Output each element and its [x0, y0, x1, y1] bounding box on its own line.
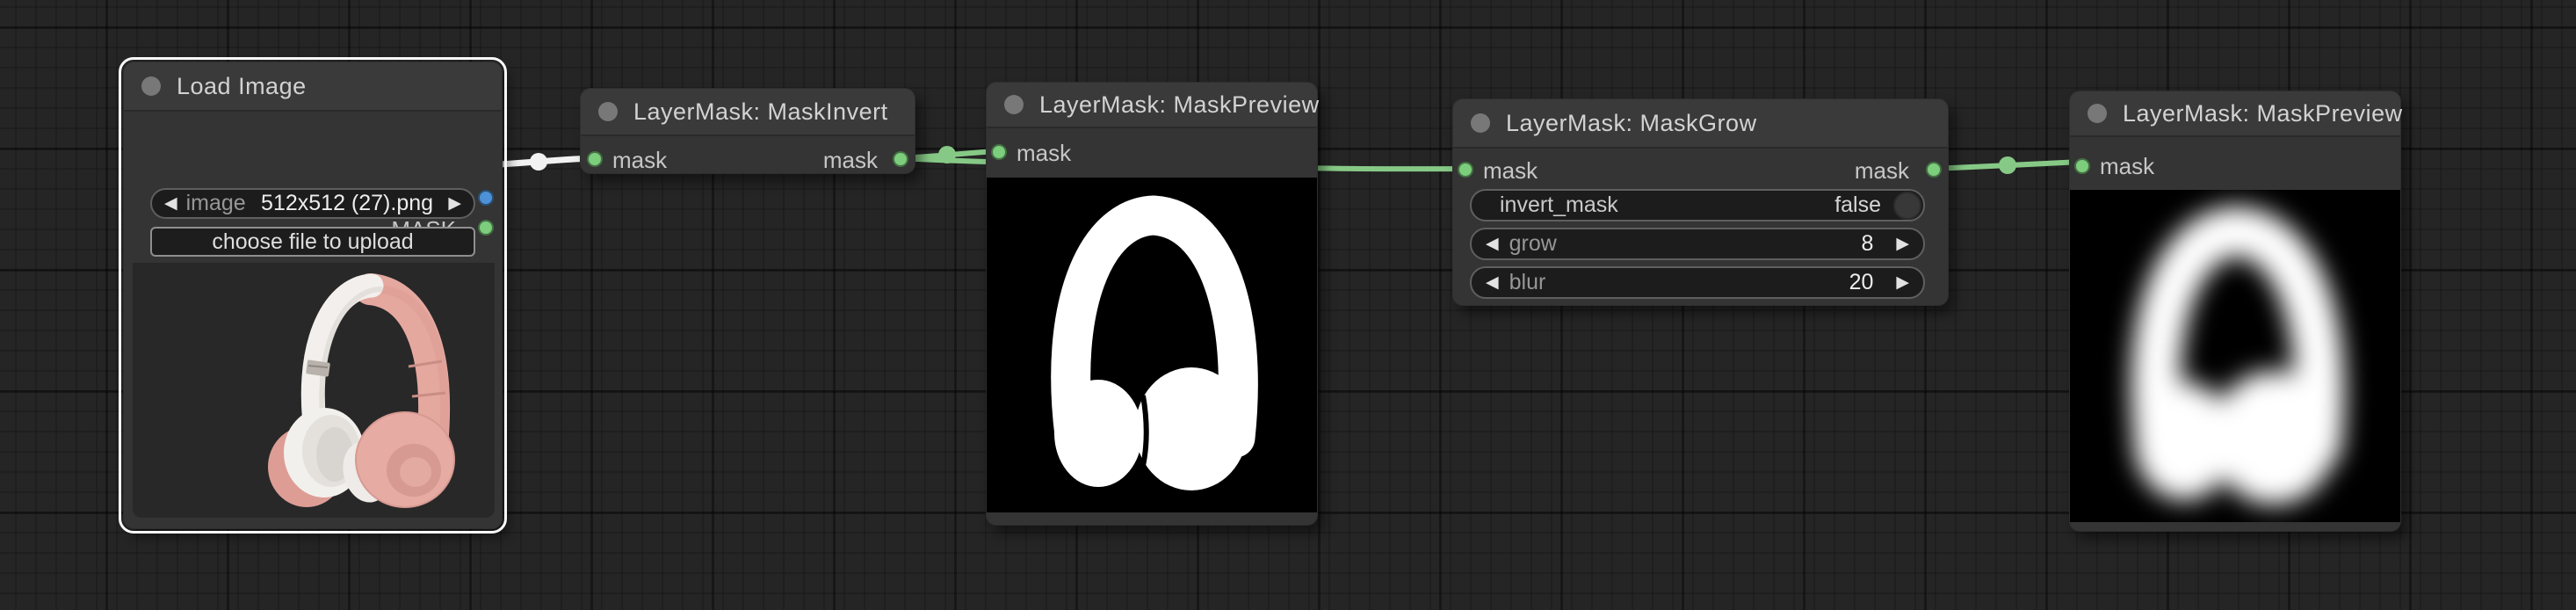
node-collapse-dot-icon[interactable] [2088, 104, 2107, 123]
input-slot-mask[interactable] [2074, 158, 2090, 174]
choose-file-button[interactable]: choose file to upload [150, 227, 475, 257]
image-combo-widget[interactable]: ◀ image 512x512 (27).png ▶ [150, 188, 475, 219]
node-collapse-dot-icon[interactable] [1004, 95, 1024, 114]
node-collapse-dot-icon[interactable] [598, 102, 618, 121]
number-value[interactable]: 20 [1849, 270, 1874, 295]
number-label: grow [1509, 231, 1557, 256]
combo-value: 512x512 (27).png [261, 191, 434, 215]
node-maskinvert[interactable]: LayerMask: MaskInvert mask mask [580, 88, 915, 174]
input-slot-mask[interactable] [991, 144, 1007, 160]
input-label-mask: mask [1483, 157, 1538, 184]
input-slot-mask[interactable] [1458, 162, 1473, 178]
combo-prev-arrow-icon[interactable]: ◀ [164, 195, 177, 212]
increment-arrow-icon[interactable]: ▶ [1896, 236, 1909, 252]
output-slot-mask[interactable] [893, 151, 908, 167]
input-label-mask: mask [2100, 153, 2155, 179]
headphones-photo-icon [268, 273, 455, 508]
combo-next-arrow-icon[interactable]: ▶ [448, 195, 461, 212]
output-slot-mask[interactable] [478, 220, 494, 236]
node-title: Load Image [177, 72, 307, 99]
wire-midpoint-dot-green-2[interactable] [1999, 156, 2016, 174]
input-label-mask: mask [612, 147, 668, 173]
number-label: blur [1509, 270, 1546, 294]
increment-arrow-icon[interactable]: ▶ [1896, 274, 1909, 291]
output-label-mask: mask [822, 147, 878, 173]
node-maskpreview-2[interactable]: LayerMask: MaskPreview mask [2069, 91, 2403, 532]
toggle-label: invert_mask [1500, 192, 1618, 217]
node-title: LayerMask: MaskInvert [633, 98, 888, 125]
node-load-image-header[interactable]: Load Image [124, 62, 502, 112]
invert-mask-toggle-widget[interactable]: invert_mask false [1470, 189, 1925, 221]
grow-number-widget[interactable]: ◀ grow 8 ▶ [1470, 228, 1925, 260]
output-label-mask: mask [1854, 157, 1909, 184]
output-slot-image[interactable] [478, 190, 494, 206]
node-maskpreview-1-header[interactable]: LayerMask: MaskPreview [987, 83, 1320, 128]
blurred-mask-preview-image [2070, 190, 2400, 522]
mask-preview-image [987, 178, 1317, 512]
wire-midpoint-dot-green-1[interactable] [938, 146, 956, 163]
image-preview-headphones-photo [133, 263, 495, 518]
node-collapse-dot-icon[interactable] [1471, 113, 1490, 133]
node-maskinvert-header[interactable]: LayerMask: MaskInvert [581, 89, 915, 136]
node-load-image[interactable]: Load Image IMAGE MASK ◀ image 512x512 (2… [119, 57, 507, 534]
input-slot-mask[interactable] [587, 151, 603, 167]
decrement-arrow-icon[interactable]: ◀ [1486, 274, 1499, 291]
node-graph-canvas[interactable]: Load Image IMAGE MASK ◀ image 512x512 (2… [0, 0, 2576, 610]
headphones-mask-blurred-icon [2070, 190, 2400, 522]
headphones-mask-icon [987, 178, 1317, 512]
node-maskgrow-header[interactable]: LayerMask: MaskGrow [1453, 99, 1948, 149]
node-maskgrow[interactable]: LayerMask: MaskGrow mask mask invert_mas… [1452, 98, 1949, 306]
toggle-knob-icon[interactable] [1893, 191, 1921, 220]
node-title: LayerMask: MaskGrow [1506, 109, 1757, 136]
decrement-arrow-icon[interactable]: ◀ [1486, 236, 1499, 252]
wire-midpoint-dot-white[interactable] [530, 153, 547, 171]
node-title: LayerMask: MaskPreview [2123, 99, 2403, 127]
node-maskpreview-1[interactable]: LayerMask: MaskPreview mask [986, 82, 1320, 526]
number-value[interactable]: 8 [1861, 231, 1873, 257]
toggle-value: false [1834, 192, 1881, 217]
node-collapse-dot-icon[interactable] [141, 76, 161, 96]
combo-label: image [185, 191, 246, 215]
output-slot-mask[interactable] [1926, 162, 1942, 178]
input-label-mask: mask [1017, 140, 1072, 166]
node-maskpreview-2-header[interactable]: LayerMask: MaskPreview [2070, 91, 2403, 137]
blur-number-widget[interactable]: ◀ blur 20 ▶ [1470, 266, 1925, 299]
node-title: LayerMask: MaskPreview [1039, 91, 1320, 118]
